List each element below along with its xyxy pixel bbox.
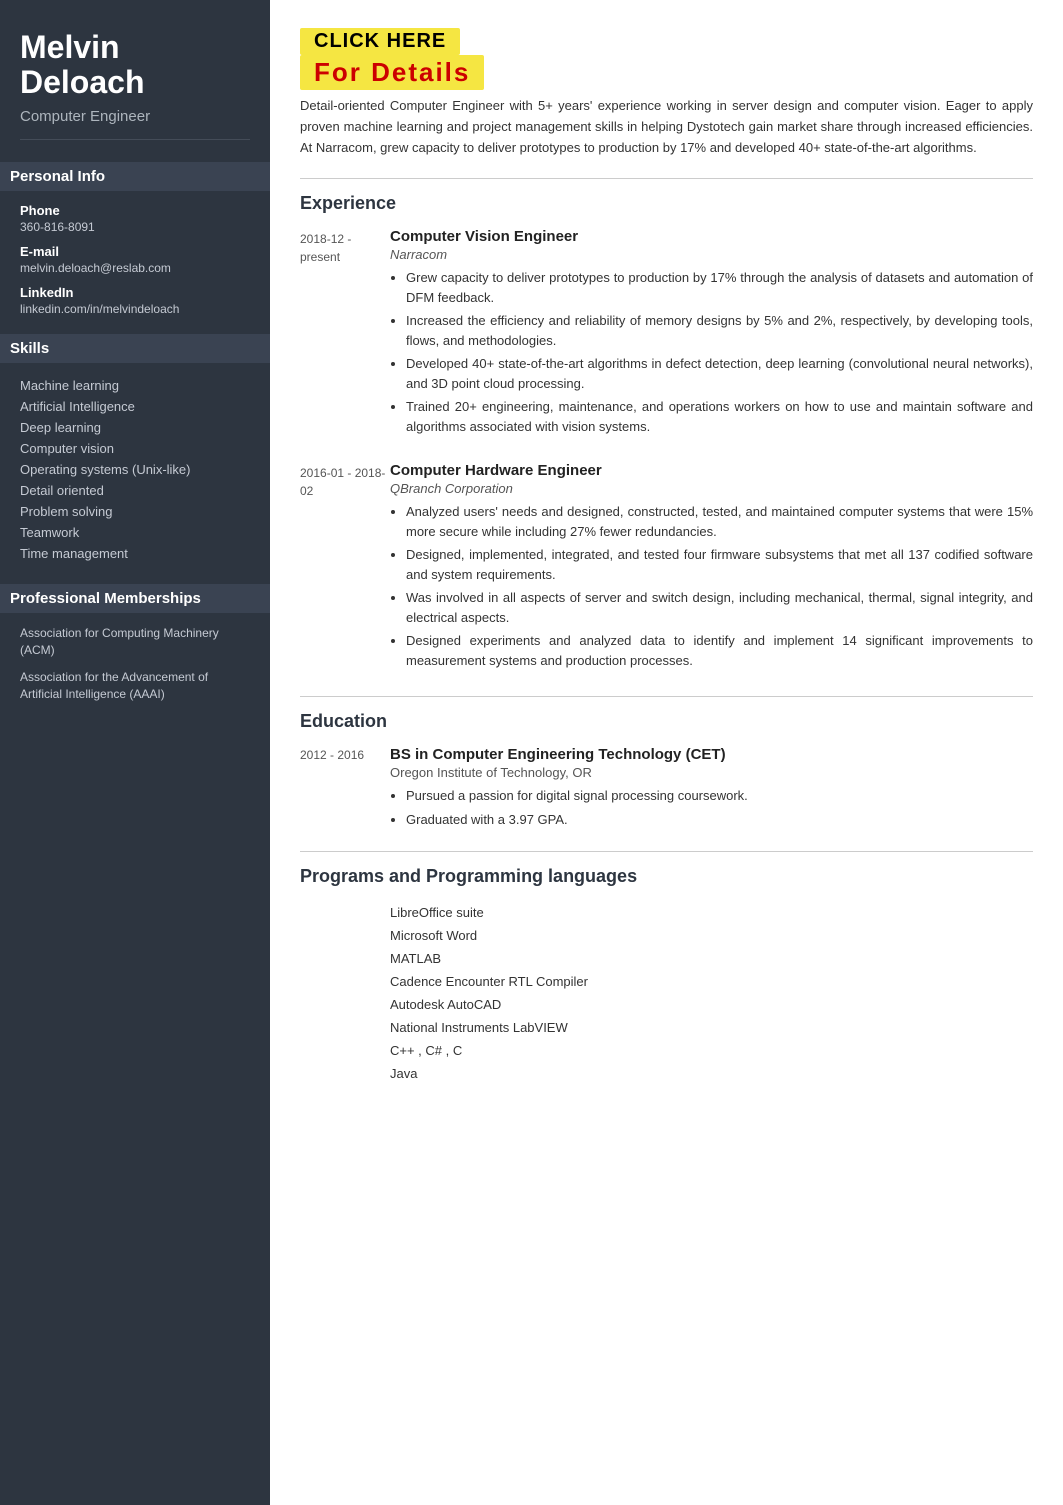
skill-item: Deep learning	[20, 417, 250, 438]
for-details-label: For Details	[300, 55, 484, 90]
section-divider-experience	[300, 178, 1033, 179]
programs-list: LibreOffice suiteMicrosoft WordMATLABCad…	[300, 901, 1033, 1085]
program-item: Microsoft Word	[390, 924, 1033, 947]
experience-heading: Experience	[300, 193, 1033, 214]
education-block: 2012 - 2016BS in Computer Engineering Te…	[300, 746, 1033, 833]
edu-degree: BS in Computer Engineering Technology (C…	[390, 746, 1033, 763]
skill-item: Problem solving	[20, 501, 250, 522]
email-value: melvin.deloach@reslab.com	[20, 261, 250, 275]
skill-item: Teamwork	[20, 522, 250, 543]
education-list: 2012 - 2016BS in Computer Engineering Te…	[300, 746, 1033, 833]
edu-school: Oregon Institute of Technology, OR	[390, 765, 1033, 780]
exp-bullet: Analyzed users' needs and designed, cons…	[406, 502, 1033, 541]
linkedin-value: linkedin.com/in/melvindeloach	[20, 302, 250, 316]
candidate-name: Melvin Deloach	[20, 30, 250, 100]
linkedin-label: LinkedIn	[20, 285, 250, 300]
skill-item: Machine learning	[20, 375, 250, 396]
intro-text: Detail-oriented Computer Engineer with 5…	[300, 96, 1033, 158]
exp-bullet: Was involved in all aspects of server an…	[406, 588, 1033, 627]
education-heading: Education	[300, 711, 1033, 732]
experience-block: 2018-12 - presentComputer Vision Enginee…	[300, 228, 1033, 440]
experience-list: 2018-12 - presentComputer Vision Enginee…	[300, 228, 1033, 674]
exp-title: Computer Vision Engineer	[390, 228, 1033, 245]
resume-container: Melvin Deloach Computer Engineer Persona…	[0, 0, 1063, 1505]
exp-bullet: Designed experiments and analyzed data t…	[406, 631, 1033, 670]
personal-info-heading: Personal Info	[0, 162, 270, 191]
exp-date: 2016-01 - 2018-02	[300, 462, 390, 674]
membership-item: Association for the Advancement of Artif…	[20, 669, 250, 703]
program-item: C++ , C# , C	[390, 1039, 1033, 1062]
exp-bullets: Analyzed users' needs and designed, cons…	[390, 502, 1033, 670]
membership-item: Association for Computing Machinery (ACM…	[20, 625, 250, 659]
skill-item: Artificial Intelligence	[20, 396, 250, 417]
watermark-banner: CLICK HERE For Details	[300, 28, 1033, 90]
exp-bullet: Developed 40+ state-of-the-art algorithm…	[406, 354, 1033, 393]
skill-item: Computer vision	[20, 438, 250, 459]
skill-item: Time management	[20, 543, 250, 564]
exp-bullet: Trained 20+ engineering, maintenance, an…	[406, 397, 1033, 436]
edu-date: 2012 - 2016	[300, 746, 390, 833]
program-item: LibreOffice suite	[390, 901, 1033, 924]
exp-details: Computer Vision Engineer Narracom Grew cap…	[390, 228, 1033, 440]
click-here-label: CLICK HERE	[300, 28, 460, 55]
job-title: Computer Engineer	[20, 108, 250, 140]
skills-list: Machine learningArtificial IntelligenceD…	[20, 375, 250, 564]
program-item: Java	[390, 1062, 1033, 1085]
sidebar: Melvin Deloach Computer Engineer Persona…	[0, 0, 270, 1505]
phone-label: Phone	[20, 203, 250, 218]
edu-bullet: Pursued a passion for digital signal pro…	[406, 786, 1033, 806]
program-item: MATLAB	[390, 947, 1033, 970]
exp-company: Narracom	[390, 247, 1033, 262]
program-item: National Instruments LabVIEW	[390, 1016, 1033, 1039]
skill-item: Operating systems (Unix-like)	[20, 459, 250, 480]
edu-details: BS in Computer Engineering Technology (C…	[390, 746, 1033, 833]
exp-details: Computer Hardware Engineer QBranch Corpor…	[390, 462, 1033, 674]
memberships-section: Professional Memberships Association for…	[20, 584, 250, 702]
memberships-heading: Professional Memberships	[0, 584, 270, 613]
main-content: CLICK HERE For Details Detail-oriented C…	[270, 0, 1063, 1505]
program-item: Cadence Encounter RTL Compiler	[390, 970, 1033, 993]
exp-bullets: Grew capacity to deliver prototypes to p…	[390, 268, 1033, 436]
skills-heading: Skills	[0, 334, 270, 363]
section-divider-education	[300, 696, 1033, 697]
exp-bullet: Grew capacity to deliver prototypes to p…	[406, 268, 1033, 307]
programs-heading: Programs and Programming languages	[300, 866, 1033, 887]
experience-block: 2016-01 - 2018-02Computer Hardware Engin…	[300, 462, 1033, 674]
exp-title: Computer Hardware Engineer	[390, 462, 1033, 479]
skill-item: Detail oriented	[20, 480, 250, 501]
edu-bullets: Pursued a passion for digital signal pro…	[390, 786, 1033, 829]
phone-value: 360-816-8091	[20, 220, 250, 234]
edu-bullet: Graduated with a 3.97 GPA.	[406, 810, 1033, 830]
email-label: E-mail	[20, 244, 250, 259]
exp-company: QBranch Corporation	[390, 481, 1033, 496]
section-divider-programs	[300, 851, 1033, 852]
exp-date: 2018-12 - present	[300, 228, 390, 440]
exp-bullet: Designed, implemented, integrated, and t…	[406, 545, 1033, 584]
exp-bullet: Increased the efficiency and reliability…	[406, 311, 1033, 350]
program-item: Autodesk AutoCAD	[390, 993, 1033, 1016]
